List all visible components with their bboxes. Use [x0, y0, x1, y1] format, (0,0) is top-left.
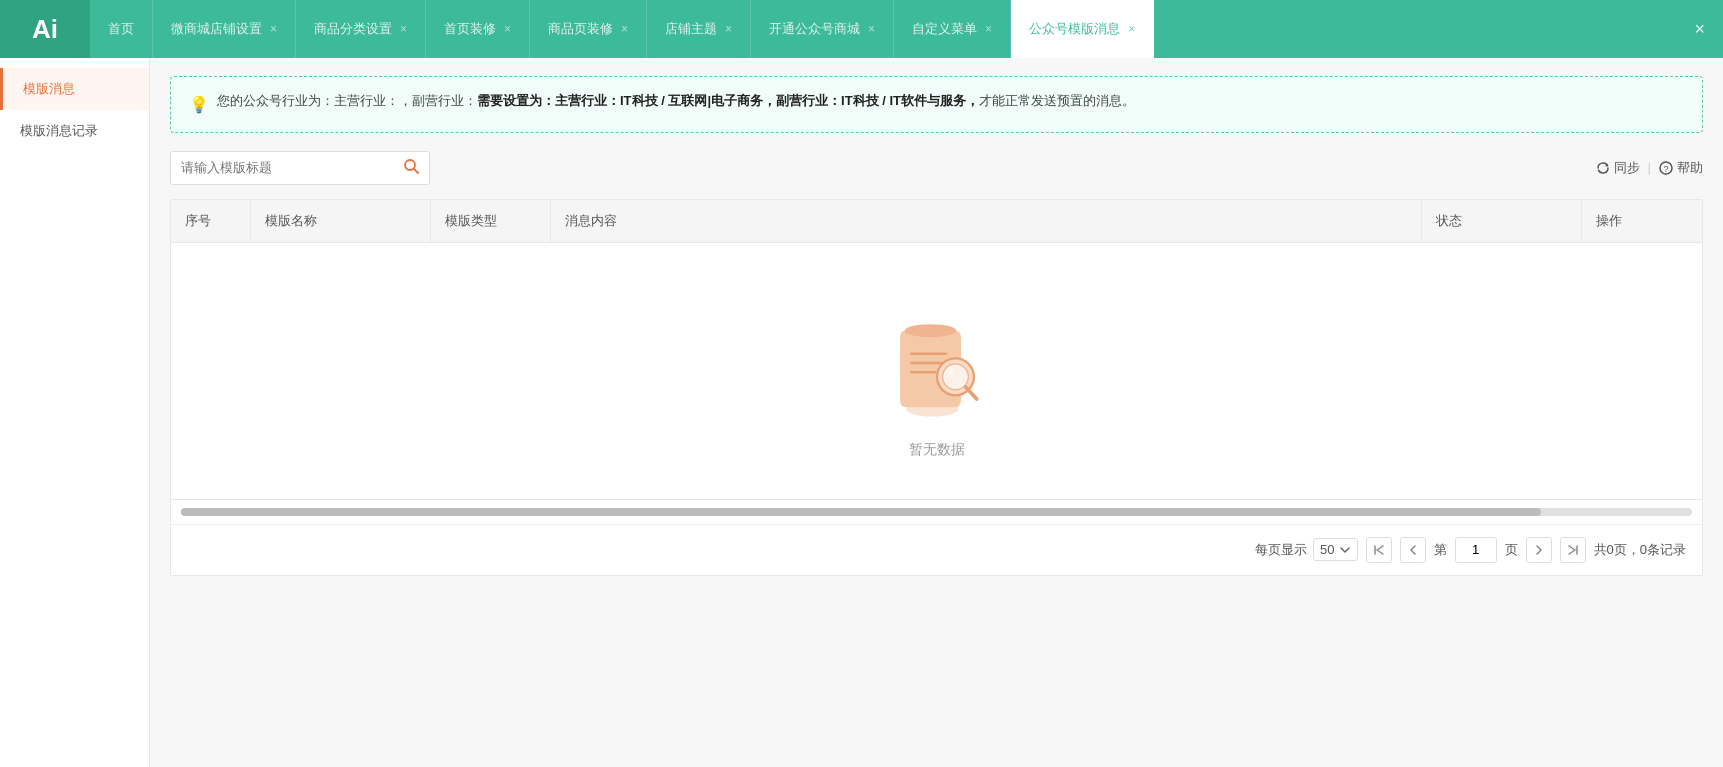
data-table: 序号 模版名称 模版类型 消息内容 状态 操作 [170, 199, 1703, 576]
svg-point-5 [904, 324, 956, 337]
close-all-tabs-button[interactable]: × [1676, 19, 1723, 40]
main-layout: 模版消息 模版消息记录 💡 您的公众号行业为：主营行业：，副营行业：需要设置为：… [0, 58, 1723, 767]
last-page-icon [1567, 544, 1579, 556]
sidebar-item-template-message[interactable]: 模版消息 [0, 68, 149, 110]
sync-button[interactable]: 同步 [1596, 159, 1640, 177]
th-status: 状态 [1422, 200, 1582, 242]
notice-text: 您的公众号行业为：主营行业：，副营行业：需要设置为：主营行业：IT科技 / 互联… [217, 91, 1684, 112]
page-size-select[interactable]: 50 [1313, 538, 1357, 561]
help-icon: ? [1659, 161, 1673, 175]
notice-highlight: 需要设置为：主营行业：IT科技 / 互联网|电子商务，副营行业：IT科技 / I… [477, 93, 979, 108]
scrollbar-area [171, 499, 1702, 524]
tab-custom-menu[interactable]: 自定义菜单 × [894, 0, 1011, 58]
tab-close-shop-settings[interactable]: × [270, 22, 277, 36]
empty-state: 暂无数据 [171, 243, 1702, 499]
tab-home-decor[interactable]: 首页装修 × [426, 0, 530, 58]
topbar: Ai 首页 微商城店铺设置 × 商品分类设置 × 首页装修 × 商品页装修 × … [0, 0, 1723, 58]
svg-point-12 [946, 367, 953, 374]
th-content: 消息内容 [551, 200, 1422, 242]
table-header: 序号 模版名称 模版类型 消息内容 状态 操作 [171, 200, 1702, 243]
tab-product-decor[interactable]: 商品页装修 × [530, 0, 647, 58]
tab-home[interactable]: 首页 [90, 0, 153, 58]
tab-shop-settings[interactable]: 微商城店铺设置 × [153, 0, 296, 58]
chevron-down-icon [1339, 544, 1351, 556]
tab-close-custom-menu[interactable]: × [985, 22, 992, 36]
tab-category-settings[interactable]: 商品分类设置 × [296, 0, 426, 58]
toolbar-divider: | [1648, 160, 1651, 175]
tab-close-category-settings[interactable]: × [400, 22, 407, 36]
page-suffix: 页 [1505, 541, 1518, 559]
prev-page-button[interactable] [1400, 537, 1426, 563]
tab-close-product-decor[interactable]: × [621, 22, 628, 36]
chevron-left-icon [1407, 544, 1419, 556]
first-page-icon [1373, 544, 1385, 556]
svg-line-11 [965, 387, 976, 399]
page-size-value: 50 [1320, 542, 1334, 557]
th-index: 序号 [171, 200, 251, 242]
horizontal-scrollbar[interactable] [181, 508, 1692, 516]
search-input[interactable] [181, 160, 397, 175]
sidebar: 模版消息 模版消息记录 [0, 58, 150, 767]
next-page-button[interactable] [1526, 537, 1552, 563]
th-name: 模版名称 [251, 200, 431, 242]
search-input-wrap [170, 151, 430, 185]
notice-icon: 💡 [189, 92, 209, 118]
tab-shop-theme[interactable]: 店铺主题 × [647, 0, 751, 58]
notice-box: 💡 您的公众号行业为：主营行业：，副营行业：需要设置为：主营行业：IT科技 / … [170, 76, 1703, 133]
first-page-button[interactable] [1366, 537, 1392, 563]
tab-open-wechat-shop[interactable]: 开通公众号商城 × [751, 0, 894, 58]
svg-line-1 [414, 169, 418, 173]
sidebar-item-template-message-log[interactable]: 模版消息记录 [0, 110, 149, 152]
tab-template-message[interactable]: 公众号模版消息 × [1011, 0, 1154, 58]
scrollbar-thumb [181, 508, 1541, 516]
help-button[interactable]: ? 帮助 [1659, 159, 1703, 177]
app-logo: Ai [0, 0, 90, 58]
tab-close-template-message[interactable]: × [1128, 22, 1135, 36]
tab-list: 首页 微商城店铺设置 × 商品分类设置 × 首页装修 × 商品页装修 × 店铺主… [90, 0, 1676, 58]
page-label: 第 [1434, 541, 1447, 559]
chevron-right-icon [1533, 544, 1545, 556]
th-action: 操作 [1582, 200, 1702, 242]
empty-text: 暂无数据 [909, 441, 965, 459]
tab-close-open-wechat-shop[interactable]: × [868, 22, 875, 36]
page-number-input[interactable] [1455, 537, 1497, 563]
th-type: 模版类型 [431, 200, 551, 242]
sync-icon [1596, 161, 1610, 175]
toolbar-right: 同步 | ? 帮助 [1596, 159, 1703, 177]
content-area: 💡 您的公众号行业为：主营行业：，副营行业：需要设置为：主营行业：IT科技 / … [150, 58, 1723, 767]
page-total: 共0页，0条记录 [1594, 541, 1686, 559]
page-size-label: 每页显示 [1255, 541, 1307, 559]
last-page-button[interactable] [1560, 537, 1586, 563]
search-bar: 同步 | ? 帮助 [170, 151, 1703, 185]
page-size-wrap: 每页显示 50 [1255, 538, 1357, 561]
pagination: 每页显示 50 [171, 524, 1702, 575]
svg-text:?: ? [1663, 164, 1668, 174]
empty-illustration [877, 303, 997, 423]
tab-close-home-decor[interactable]: × [504, 22, 511, 36]
search-button[interactable] [403, 158, 419, 178]
tab-close-shop-theme[interactable]: × [725, 22, 732, 36]
